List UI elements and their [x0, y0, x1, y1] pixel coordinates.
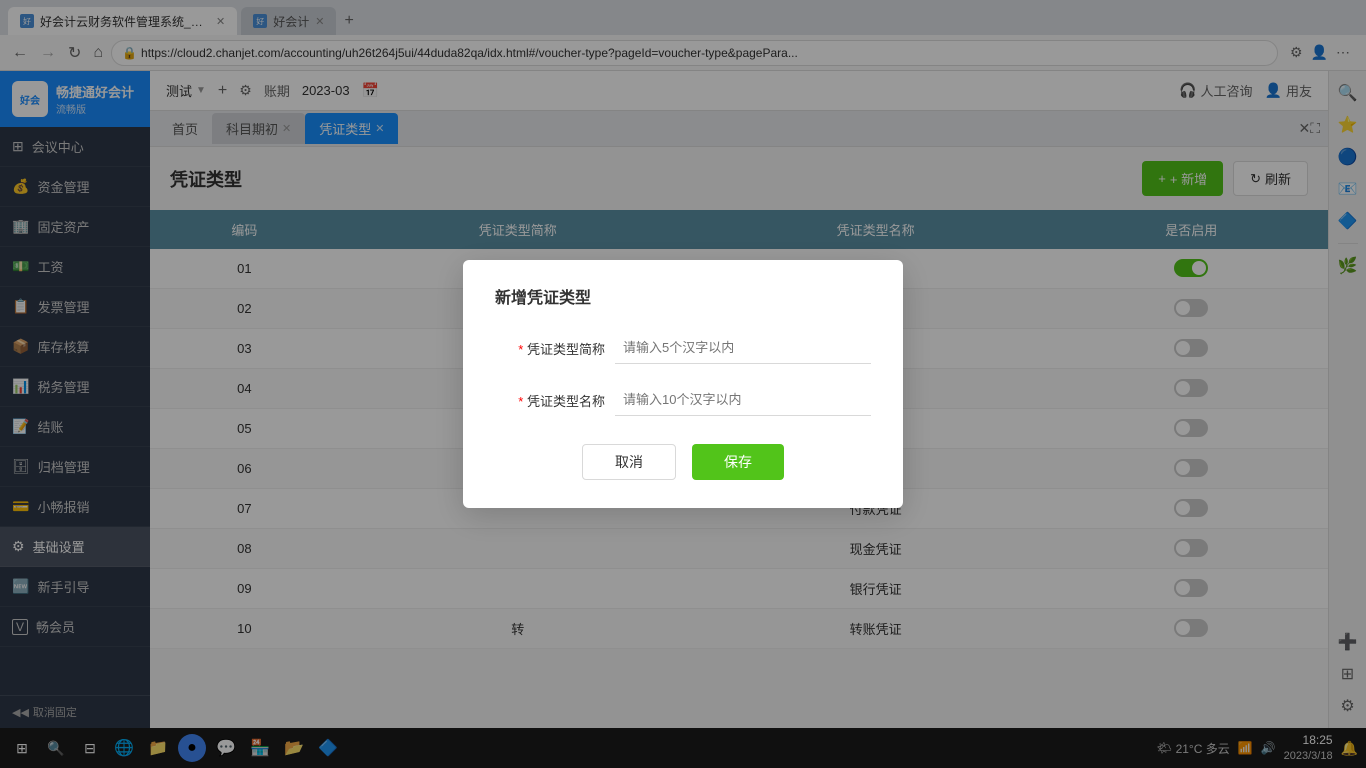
modal-title: 新增凭证类型	[495, 284, 871, 308]
modal-footer: 取消 保存	[495, 444, 871, 480]
name-form-row: * 凭证类型名称	[495, 384, 871, 416]
cancel-button[interactable]: 取消	[582, 444, 676, 480]
name-input[interactable]	[615, 384, 871, 416]
add-voucher-type-modal: 新增凭证类型 * 凭证类型简称 * 凭证类型名称 取消 保存	[463, 260, 903, 508]
name-label: * 凭证类型名称	[495, 391, 615, 410]
modal-overlay: 新增凭证类型 * 凭证类型简称 * 凭证类型名称 取消 保存	[0, 0, 1366, 768]
abbr-form-row: * 凭证类型简称	[495, 332, 871, 364]
save-button[interactable]: 保存	[692, 444, 784, 480]
abbr-label: * 凭证类型简称	[495, 339, 615, 358]
abbr-input[interactable]	[615, 332, 871, 364]
